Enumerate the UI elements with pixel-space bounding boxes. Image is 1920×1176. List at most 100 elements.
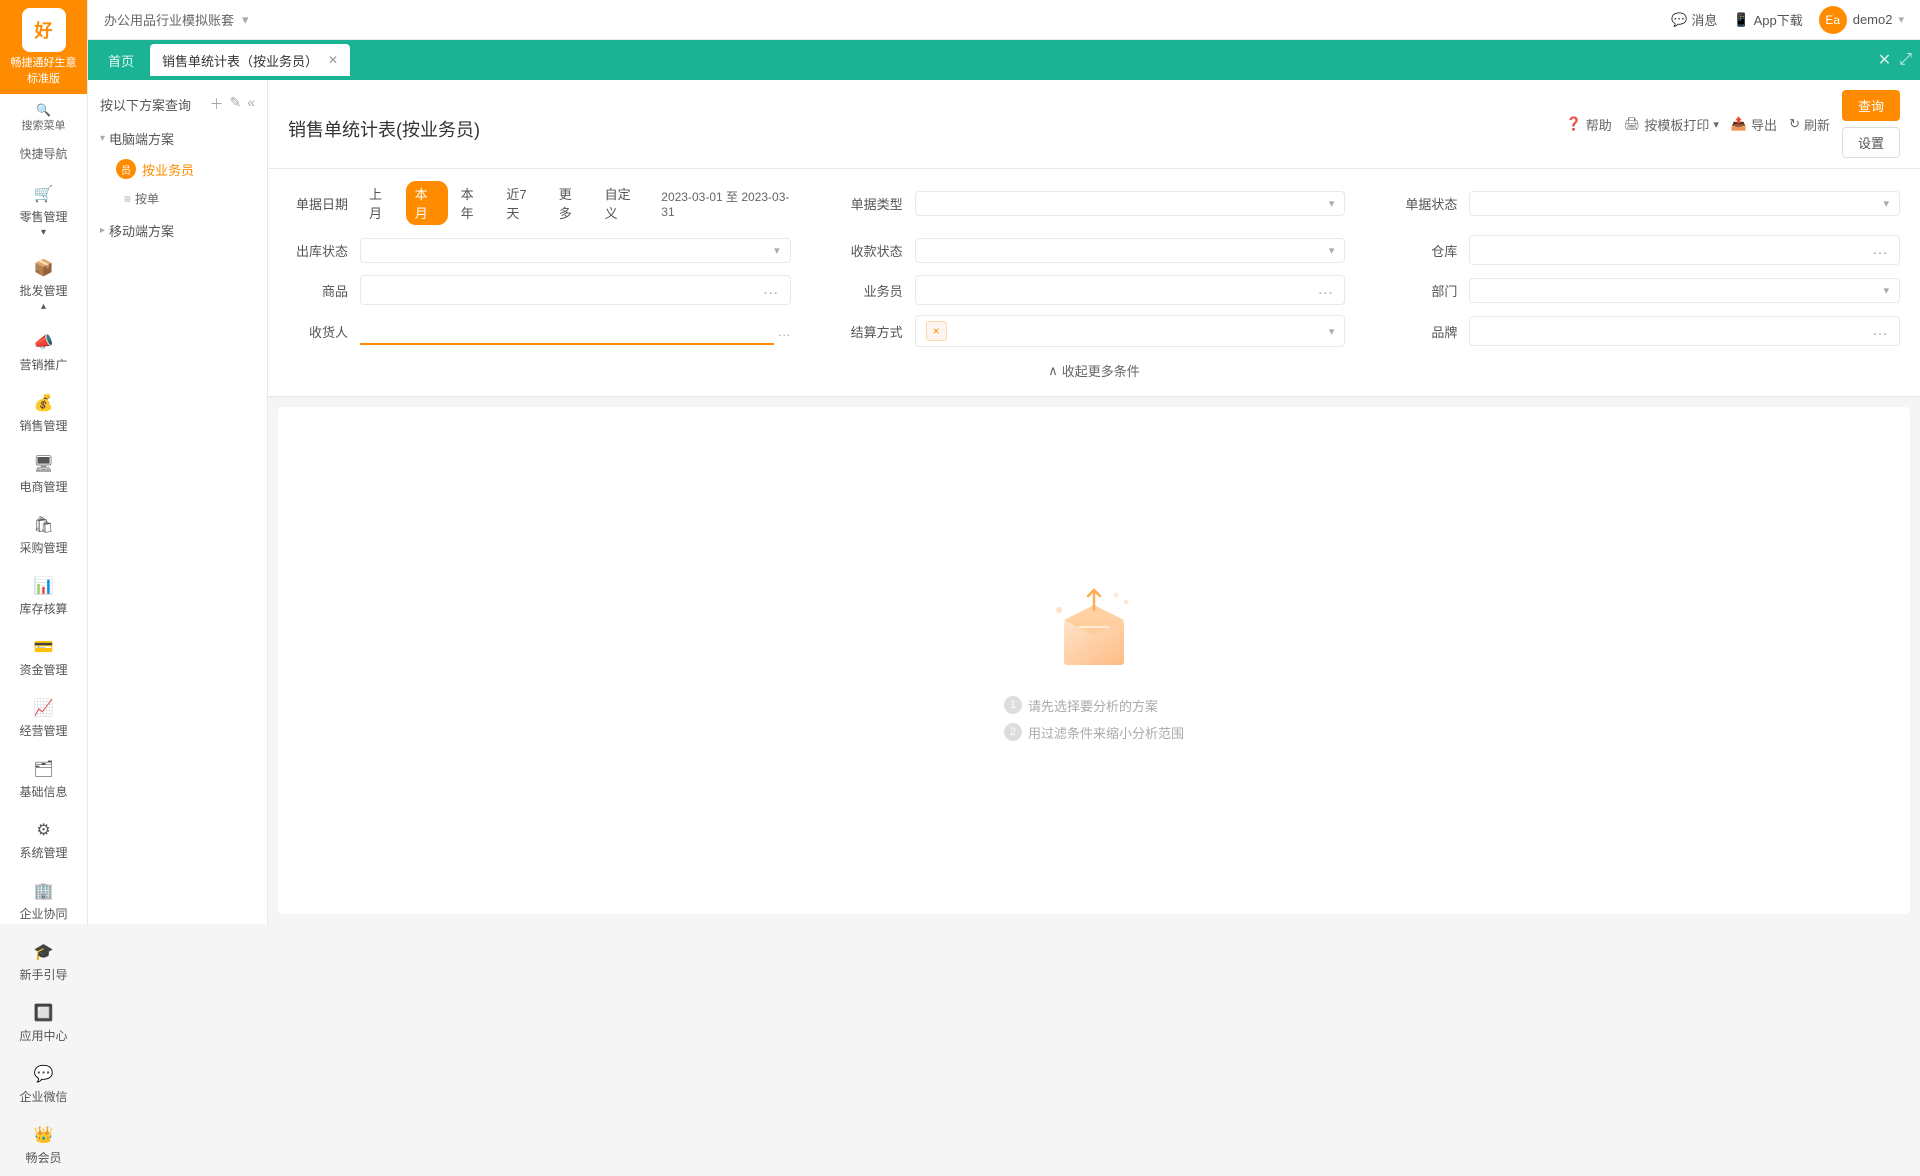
finance-label: 资金管理 — [19, 661, 67, 678]
sidebar-item-ecommerce[interactable]: 🖥 电商管理 — [0, 444, 87, 505]
sidebar-item-retail[interactable]: 🛒 零售管理 ▾ — [0, 174, 87, 248]
topbar-dropdown-icon[interactable]: ▾ — [242, 12, 249, 28]
newbie-icon: 🎓 — [34, 942, 54, 962]
scheme-item-by-doc[interactable]: ≡ 按单 — [88, 185, 267, 212]
query-button[interactable]: 查询 — [1842, 90, 1900, 121]
print-button[interactable]: 🖨 按模板打印 ▾ — [1624, 115, 1719, 134]
sales-icon: 💰 — [34, 393, 54, 413]
settlement-tag-close[interactable]: × — [933, 324, 940, 338]
sidebar-item-wholesale[interactable]: 📦 批发管理 ▴ — [0, 248, 87, 322]
wholesale-icon: 📦 — [34, 258, 54, 278]
goods-select[interactable]: … — [360, 275, 791, 305]
scheme-mobile-header[interactable]: ▸ 移动端方案 — [88, 216, 267, 245]
salesman-select[interactable]: … — [915, 275, 1346, 305]
message-button[interactable]: 💬 消息 — [1671, 10, 1717, 29]
newbie-label: 新手引导 — [19, 966, 67, 983]
wholesale-label: 批发管理 — [19, 282, 67, 299]
brand-select[interactable]: … — [1469, 316, 1900, 346]
user-menu[interactable]: Ea demo2 ▾ — [1819, 6, 1904, 34]
settings-button[interactable]: 设置 — [1842, 127, 1900, 158]
dept-control: ▾ — [1469, 278, 1900, 303]
payment-status-select[interactable]: ▾ — [915, 238, 1346, 263]
wechat-icon: 💬 — [34, 1064, 54, 1084]
app-download-icon: 📱 — [1733, 12, 1749, 28]
user-avatar-text: Ea — [1825, 13, 1840, 27]
search-icon: 🔍 — [36, 103, 51, 117]
sidebar-logo[interactable]: 好 畅捷通好生意 标准版 — [0, 0, 87, 94]
sales-label: 销售管理 — [19, 417, 67, 434]
topbar-title: 办公用品行业模拟账套 — [104, 10, 234, 29]
refresh-button[interactable]: ↻ 刷新 — [1789, 115, 1830, 134]
doc-type-select[interactable]: ▾ — [915, 191, 1346, 216]
scheme-doc-icon: ≡ — [124, 192, 131, 206]
out-status-select[interactable]: ▾ — [360, 238, 791, 263]
date-control: 上月 本月 本年 近7天 更多 自定义 2023-03-01 至 2023-03… — [360, 181, 791, 225]
dept-select[interactable]: ▾ — [1469, 278, 1900, 303]
user-avatar: Ea — [1819, 6, 1847, 34]
date-tab-7days[interactable]: 近7天 — [497, 181, 545, 225]
receiver-input[interactable] — [360, 318, 774, 345]
filter-row-3: 商品 … 业务员 … 部门 — [288, 275, 1900, 305]
brand-dots-icon: … — [1872, 322, 1889, 340]
tab-maximize-icon[interactable]: ⤢ — [1899, 51, 1912, 69]
dept-label: 部门 — [1377, 281, 1457, 300]
sidebar-item-operations[interactable]: 📈 经营管理 — [0, 688, 87, 749]
apps-label: 应用中心 — [19, 1027, 67, 1044]
help-button[interactable]: ❓ 帮助 — [1566, 115, 1612, 134]
export-button[interactable]: 📤 导出 — [1731, 115, 1777, 134]
date-tab-last-month[interactable]: 上月 — [360, 181, 402, 225]
date-tab-this-year[interactable]: 本年 — [452, 181, 494, 225]
sidebar-search[interactable]: 🔍 搜索菜单 — [0, 94, 87, 141]
sidebar-item-marketing[interactable]: 📣 营销推广 — [0, 322, 87, 383]
warehouse-select[interactable]: … — [1469, 235, 1900, 265]
marketing-icon: 📣 — [34, 332, 54, 352]
print-dropdown-icon: ▾ — [1713, 118, 1719, 131]
page-title: 销售单统计表(按业务员) — [288, 116, 480, 142]
collapse-button[interactable]: ∧ 收起更多条件 — [288, 357, 1900, 384]
page-header: 销售单统计表(按业务员) ❓ 帮助 🖨 按模板打印 ▾ 📤 导出 — [268, 80, 1920, 169]
tab-close-window-icon[interactable]: ✕ — [1878, 50, 1891, 70]
date-tab-custom[interactable]: 自定义 — [596, 181, 650, 225]
inventory-icon: 📊 — [34, 576, 54, 596]
brand-control: … — [1469, 316, 1900, 346]
tab-report-label: 销售单统计表（按业务员） — [162, 51, 318, 70]
scheme-add-icon[interactable]: ＋ — [209, 94, 223, 114]
scheme-desktop-arrow: ▾ — [100, 133, 105, 144]
scheme-edit-icon[interactable]: ✎ — [229, 94, 241, 114]
settlement-select[interactable]: × ▾ — [915, 315, 1346, 347]
date-tab-this-month[interactable]: 本月 — [406, 181, 448, 225]
out-status-label: 出库状态 — [288, 241, 348, 260]
scheme-item-by-salesman[interactable]: 员 按业务员 — [88, 153, 267, 185]
sidebar-item-basic[interactable]: 🗂 基础信息 — [0, 749, 87, 810]
scheme-panel-actions: ＋ ✎ « — [209, 94, 255, 114]
tab-report[interactable]: 销售单统计表（按业务员） ✕ — [150, 44, 350, 76]
scheme-desktop-header[interactable]: ▾ 电脑端方案 — [88, 124, 267, 153]
doc-type-control: ▾ — [915, 191, 1346, 216]
sidebar-item-inventory[interactable]: 📊 库存核算 — [0, 566, 87, 627]
scheme-collapse-icon[interactable]: « — [247, 94, 255, 114]
wholesale-expand-icon: ▴ — [41, 301, 46, 312]
tab-close-icon[interactable]: ✕ — [328, 53, 338, 67]
sidebar-item-sales[interactable]: 💰 销售管理 — [0, 383, 87, 444]
sidebar-item-finance[interactable]: 💳 资金管理 — [0, 627, 87, 688]
doc-status-select[interactable]: ▾ — [1469, 191, 1900, 216]
sidebar-item-purchase[interactable]: 🛍 采购管理 — [0, 505, 87, 566]
date-tab-more[interactable]: 更多 — [550, 181, 592, 225]
action-buttons: 查询 设置 — [1842, 90, 1900, 158]
empty-tip-2: 2 用过滤条件来缩小分析范围 — [1004, 723, 1184, 742]
collapse-label: 收起更多条件 — [1062, 361, 1140, 380]
tab-home[interactable]: 首页 — [96, 44, 146, 76]
sidebar-item-enterprise[interactable]: 🏢 企业协同 — [0, 871, 87, 932]
sidebar-item-system[interactable]: ⚙ 系统管理 — [0, 810, 87, 871]
finance-icon: 💳 — [34, 637, 54, 657]
sidebar-quick-nav[interactable]: 快捷导航 — [0, 141, 87, 166]
sidebar-item-apps[interactable]: 🔲 应用中心 — [0, 993, 87, 1054]
tip-num-1: 1 — [1004, 696, 1022, 714]
export-icon: 📤 — [1731, 116, 1747, 132]
sidebar-item-member[interactable]: 👑 畅会员 — [0, 1115, 87, 1176]
doc-type-dropdown-icon: ▾ — [1329, 197, 1335, 210]
sidebar-item-wechat[interactable]: 💬 企业微信 — [0, 1054, 87, 1115]
app-download-button[interactable]: 📱 App下载 — [1733, 10, 1802, 29]
scheme-mobile-arrow: ▸ — [100, 225, 105, 236]
sidebar-item-newbie[interactable]: 🎓 新手引导 — [0, 932, 87, 993]
